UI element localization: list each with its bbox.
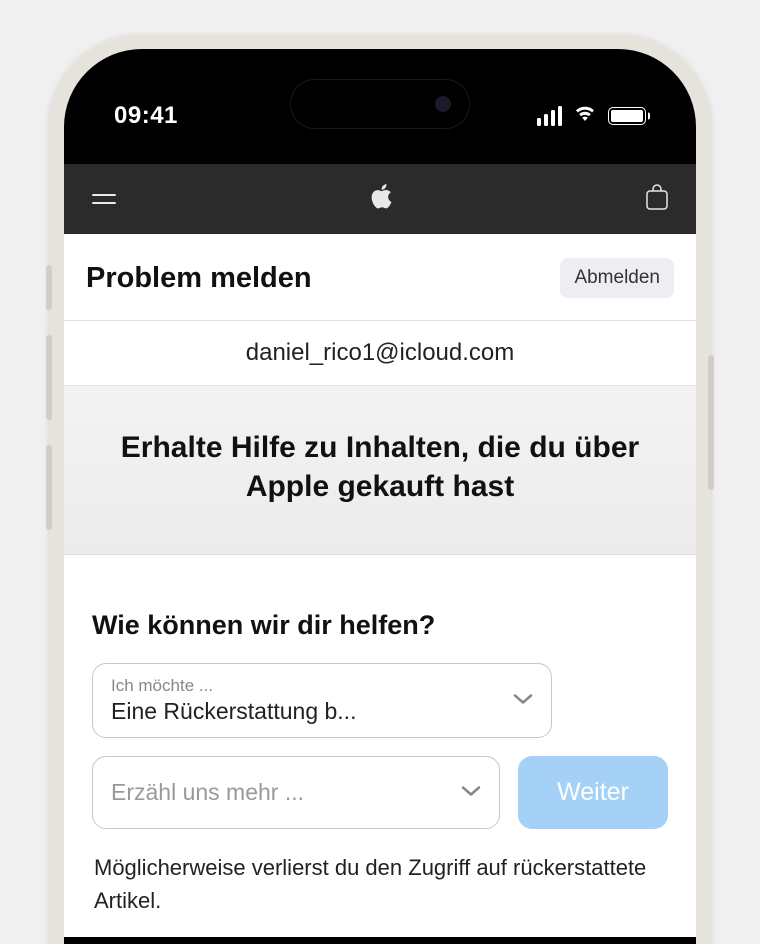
signout-button[interactable]: Abmelden <box>560 258 674 298</box>
phone-volume-up <box>46 335 52 420</box>
account-email: daniel_rico1@icloud.com <box>64 321 696 386</box>
chevron-down-icon <box>513 691 533 710</box>
request-type-select[interactable]: Ich möchte ... Eine Rückerstattung b... <box>92 663 552 738</box>
select-label: Ich möchte ... <box>111 676 501 696</box>
phone-power-button <box>708 355 714 490</box>
menu-icon[interactable] <box>92 194 116 204</box>
phone-frame: 09:41 <box>50 35 710 944</box>
phone-screen: 09:41 <box>64 49 696 944</box>
wifi-icon <box>572 103 598 128</box>
next-button[interactable]: Weiter <box>518 756 668 829</box>
page-title: Problem melden <box>86 262 312 295</box>
form-row: Erzähl uns mehr ... Weiter <box>92 756 668 829</box>
details-select[interactable]: Erzähl uns mehr ... <box>92 756 500 829</box>
status-icons <box>537 103 647 128</box>
cellular-signal-icon <box>537 106 563 126</box>
select-value: Eine Rückerstattung b... <box>111 698 501 725</box>
hero-title: Erhalte Hilfe zu Inhalten, die du über A… <box>92 428 668 506</box>
page-content: Problem melden Abmelden daniel_rico1@icl… <box>64 234 696 937</box>
phone-volume-down <box>46 445 52 530</box>
shopping-bag-icon[interactable] <box>646 184 668 215</box>
form-footnote: Möglicherweise verlierst du den Zugriff … <box>92 851 668 917</box>
status-bar: 09:41 <box>64 49 696 164</box>
help-form: Wie können wir dir helfen? Ich möchte ..… <box>64 555 696 937</box>
dynamic-island <box>290 79 470 129</box>
form-heading: Wie können wir dir helfen? <box>92 610 668 641</box>
nav-bar <box>64 164 696 234</box>
apple-logo-icon[interactable] <box>368 182 394 217</box>
hero-section: Erhalte Hilfe zu Inhalten, die du über A… <box>64 386 696 555</box>
page-header: Problem melden Abmelden <box>64 234 696 321</box>
status-time: 09:41 <box>114 102 178 130</box>
phone-side-button <box>46 265 52 310</box>
chevron-down-icon <box>461 783 481 802</box>
battery-icon <box>608 107 646 125</box>
select-placeholder: Erzähl uns mehr ... <box>111 779 449 806</box>
